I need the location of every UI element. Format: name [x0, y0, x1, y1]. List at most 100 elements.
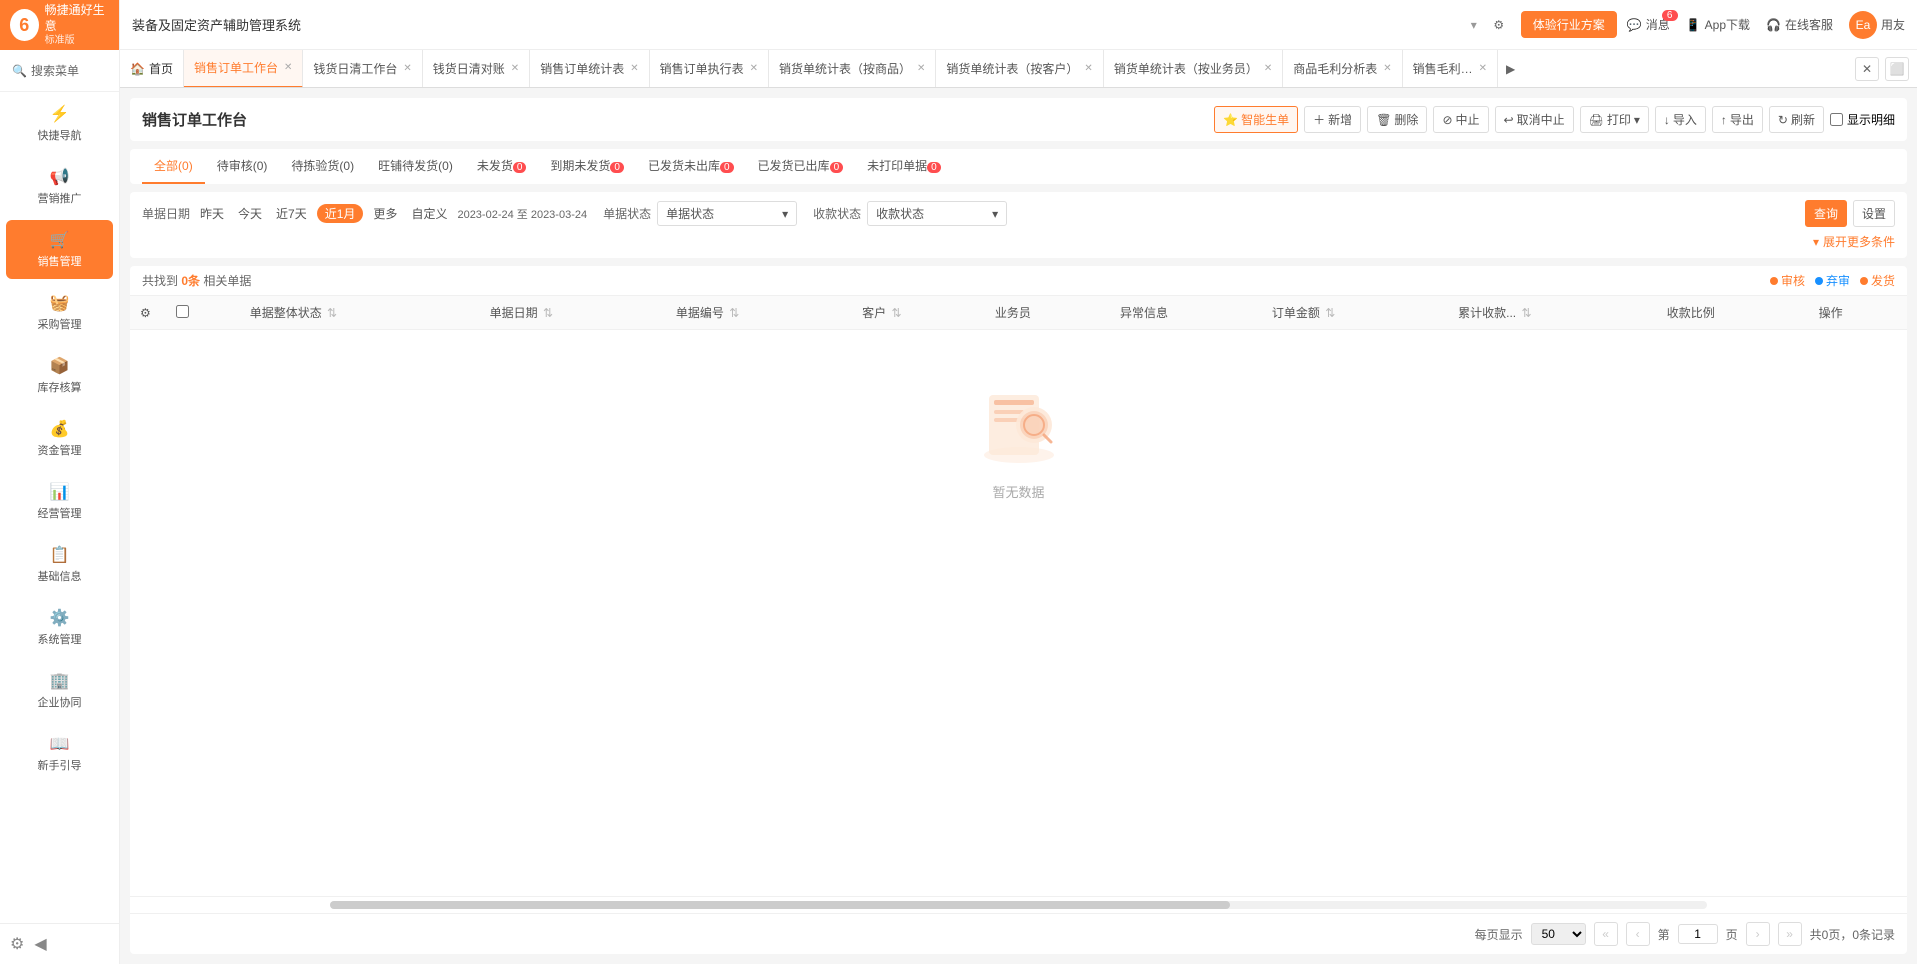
review-btn[interactable]: 审核	[1770, 272, 1805, 289]
tab-sales-margin[interactable]: 销售毛利… ✕	[1403, 50, 1498, 88]
next-page-btn[interactable]: ›	[1746, 922, 1770, 946]
tab-goods-stats[interactable]: 销货单统计表（按商品） ✕	[769, 50, 936, 88]
sidebar-item-basic-info[interactable]: 📋 基础信息	[6, 535, 113, 594]
print-btn[interactable]: 🖨 打印 ▾	[1580, 106, 1649, 133]
tab-customer-stats[interactable]: 销货单统计表（按客户） ✕	[936, 50, 1103, 88]
date-opt-1month[interactable]: 近1月	[317, 204, 364, 223]
user-menu[interactable]: Ea 用友	[1849, 11, 1905, 39]
tab-margin-analysis[interactable]: 商品毛利分析表 ✕	[1283, 50, 1402, 88]
sort-collected[interactable]: ⇅	[1522, 306, 1532, 320]
scrollbar-track[interactable]	[330, 901, 1707, 909]
tab-close-margin-analysis[interactable]: ✕	[1383, 63, 1391, 74]
tab-prev-btn[interactable]: ✕	[1855, 57, 1879, 81]
tab-sales-order[interactable]: 销售订单工作台 ✕	[184, 50, 303, 88]
tab-close-customer-stats[interactable]: ✕	[1084, 63, 1092, 74]
subtab-shipped-not-out[interactable]: 已发货未出库0	[636, 149, 746, 184]
tab-close-staff-stats[interactable]: ✕	[1264, 63, 1272, 74]
tab-reconcile[interactable]: 钱货日清对账 ✕	[423, 50, 530, 88]
sidebar-item-purchase[interactable]: 🧺 采购管理	[6, 283, 113, 342]
th-settings[interactable]: ⚙	[130, 296, 166, 330]
tab-close-reconcile[interactable]: ✕	[511, 63, 519, 74]
sidebar-item-finance[interactable]: 💰 资金管理	[6, 409, 113, 468]
cancel-review-btn[interactable]: 弃审	[1815, 272, 1850, 289]
sort-amount[interactable]: ⇅	[1325, 306, 1335, 320]
sidebar-item-guide[interactable]: 📖 新手引导	[6, 724, 113, 783]
page-input[interactable]	[1678, 924, 1718, 944]
dropdown-arrow-icon[interactable]: ▾	[1471, 18, 1477, 32]
show-detail-label[interactable]: 显示明细	[1830, 111, 1895, 128]
sort-customer[interactable]: ⇅	[892, 306, 902, 320]
tab-home[interactable]: 🏠 首页	[120, 50, 184, 88]
payment-select[interactable]: 收款状态 ▾	[867, 201, 1007, 226]
tab-close-sales-order[interactable]: ✕	[284, 62, 292, 73]
horizontal-scroll-area[interactable]	[130, 896, 1907, 913]
subtab-unshipped[interactable]: 未发货0	[465, 149, 539, 184]
ship-btn[interactable]: 发货	[1860, 272, 1895, 289]
sidebar-item-system[interactable]: ⚙️ 系统管理	[6, 598, 113, 657]
tab-sales-exec[interactable]: 销售订单执行表 ✕	[650, 50, 769, 88]
scrollbar-thumb[interactable]	[330, 901, 1230, 909]
app-download-btn[interactable]: 📱 App下载	[1686, 16, 1750, 33]
subtab-wangpu-ship[interactable]: 旺铺待发货(0)	[366, 149, 465, 184]
tab-close-daily-clear[interactable]: ✕	[403, 63, 411, 74]
tab-close-sales-exec[interactable]: ✕	[750, 63, 758, 74]
sidebar-item-quick-nav[interactable]: ⚡ 快捷导航	[6, 94, 113, 153]
smart-create-btn[interactable]: ⭐ 智能生单	[1214, 106, 1298, 133]
search-menu-btn[interactable]: 🔍 搜索菜单	[6, 58, 113, 83]
sort-date[interactable]: ⇅	[543, 306, 553, 320]
industry-btn[interactable]: 体验行业方案	[1521, 11, 1617, 38]
settings-btn[interactable]: ⚙	[1487, 13, 1511, 37]
expand-filter-btn[interactable]: ▾ 展开更多条件	[1813, 233, 1895, 250]
date-opt-7days[interactable]: 近7天	[272, 203, 311, 224]
date-opt-more[interactable]: 更多	[369, 203, 401, 224]
settings-col-icon[interactable]: ⚙	[140, 306, 151, 320]
sidebar-item-marketing[interactable]: 📢 营销推广	[6, 157, 113, 216]
subtab-overdue-unshipped[interactable]: 到期未发货0	[538, 149, 636, 184]
date-opt-yesterday[interactable]: 昨天	[196, 203, 228, 224]
sidebar-item-operations[interactable]: 📊 经营管理	[6, 472, 113, 531]
tab-daily-clear[interactable]: 钱货日清工作台 ✕	[303, 50, 422, 88]
date-opt-today[interactable]: 今天	[234, 203, 266, 224]
subtab-pending-check[interactable]: 待拣验货(0)	[279, 149, 366, 184]
status-select[interactable]: 单据状态 ▾	[657, 201, 797, 226]
cancel-stop-btn[interactable]: ↩ 取消中止	[1495, 106, 1574, 133]
export-btn[interactable]: ↑ 导出	[1712, 106, 1763, 133]
subtab-shipped-out[interactable]: 已发货已出库0	[746, 149, 856, 184]
select-all-checkbox[interactable]	[176, 305, 189, 318]
import-btn[interactable]: ↓ 导入	[1655, 106, 1706, 133]
sidebar-collapse-icon[interactable]: ◀	[34, 934, 46, 954]
query-btn[interactable]: 查询	[1805, 200, 1847, 227]
tab-maximize-btn[interactable]: ⬜	[1885, 57, 1909, 81]
tab-close-sales-stats[interactable]: ✕	[630, 63, 638, 74]
sidebar-item-inventory[interactable]: 📦 库存核算	[6, 346, 113, 405]
subtab-unprinted[interactable]: 未打印单据0	[855, 149, 953, 184]
first-page-btn[interactable]: «	[1594, 922, 1618, 946]
sidebar-item-sales[interactable]: 🛒 销售管理	[6, 220, 113, 279]
tab-sales-stats[interactable]: 销售订单统计表 ✕	[530, 50, 649, 88]
last-page-btn[interactable]: »	[1778, 922, 1802, 946]
subtab-pending-review[interactable]: 待审核(0)	[205, 149, 280, 184]
prev-page-btn[interactable]: ‹	[1626, 922, 1650, 946]
add-btn[interactable]: ＋ 新增	[1304, 106, 1361, 133]
show-detail-checkbox[interactable]	[1830, 113, 1843, 126]
stop-btn[interactable]: ⊘ 中止	[1433, 106, 1488, 133]
delete-btn[interactable]: 🗑 删除	[1367, 106, 1427, 133]
message-btn[interactable]: 💬 消息 6	[1627, 16, 1670, 33]
sidebar-settings-icon[interactable]: ⚙	[10, 934, 24, 954]
per-page-select[interactable]: 50 20 100	[1531, 923, 1586, 945]
date-opt-custom[interactable]: 自定义	[407, 203, 451, 224]
th-checkbox[interactable]	[166, 296, 240, 330]
tabs-more-btn[interactable]: ▶	[1498, 62, 1523, 76]
tab-close-sales-margin[interactable]: ✕	[1479, 63, 1487, 74]
sort-number[interactable]: ⇅	[729, 306, 739, 320]
print-dropdown-icon[interactable]: ▾	[1634, 113, 1640, 127]
settings-filter-btn[interactable]: 设置	[1853, 200, 1895, 227]
tab-close-goods-stats[interactable]: ✕	[917, 63, 925, 74]
sidebar-search[interactable]: 🔍 搜索菜单	[0, 50, 119, 92]
refresh-btn[interactable]: ↻ 刷新	[1769, 106, 1824, 133]
subtab-all[interactable]: 全部(0)	[142, 149, 205, 184]
online-service-btn[interactable]: 🎧 在线客服	[1766, 16, 1833, 33]
sidebar-item-enterprise[interactable]: 🏢 企业协同	[6, 661, 113, 720]
sort-status[interactable]: ⇅	[327, 306, 337, 320]
tab-staff-stats[interactable]: 销货单统计表（按业务员） ✕	[1104, 50, 1283, 88]
